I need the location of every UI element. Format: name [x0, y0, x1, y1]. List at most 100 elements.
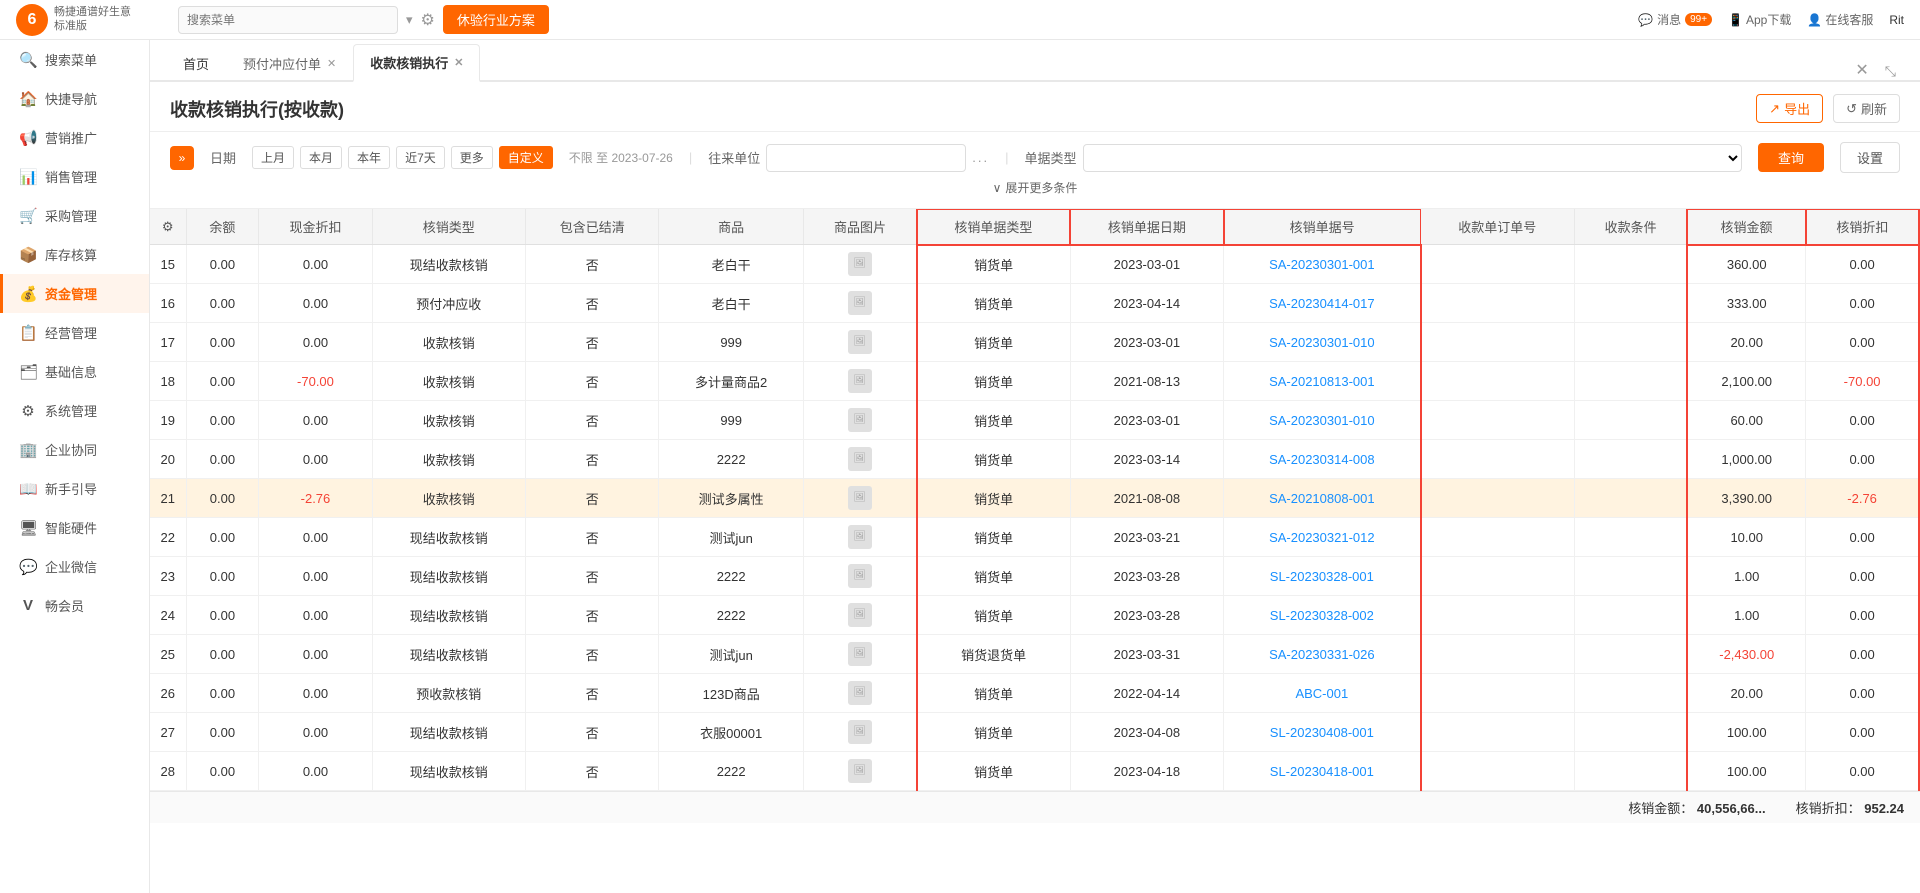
date-btn-more[interactable]: 更多	[451, 146, 493, 169]
sidebar-item-member[interactable]: V 畅会员	[0, 586, 149, 625]
bill-no-link[interactable]: SA-20210813-001	[1269, 374, 1375, 389]
bill-no-link[interactable]: ABC-001	[1295, 686, 1348, 701]
query-button[interactable]: 查询	[1758, 143, 1824, 172]
cell-receipt-cond	[1574, 518, 1687, 557]
cell-balance: 0.00	[186, 362, 259, 401]
message-area[interactable]: 💬 消息 99+	[1638, 11, 1712, 28]
cell-product-img: 🖼	[803, 596, 916, 635]
cell-no: 26	[150, 674, 186, 713]
settings-col-icon[interactable]: ⚙	[162, 219, 174, 234]
cell-verify-type: 现结收款核销	[372, 596, 526, 635]
sidebar-item-marketing[interactable]: 📢 营销推广	[0, 118, 149, 157]
tab-bar-expand-icon[interactable]: ⤡	[1877, 63, 1904, 80]
export-button[interactable]: ↗ 导出	[1756, 94, 1823, 123]
sidebar-item-wechat[interactable]: 💬 企业微信	[0, 547, 149, 586]
tab-home[interactable]: 首页	[166, 44, 226, 82]
bill-type-select[interactable]	[1083, 144, 1742, 172]
cell-no: 21	[150, 479, 186, 518]
sidebar-item-sales[interactable]: 📊 销售管理	[0, 157, 149, 196]
cell-verify-type: 现结收款核销	[372, 635, 526, 674]
filter-divider-1: |	[689, 150, 692, 165]
cell-included: 否	[526, 440, 659, 479]
industry-btn[interactable]: 休验行业方案	[443, 5, 549, 34]
date-btn-this-month[interactable]: 本月	[300, 146, 342, 169]
table-footer: 核销金额： 40,556,66... 核销折扣： 952.24	[150, 791, 1920, 823]
table-row: 15 0.00 0.00 现结收款核销 否 老白干 🖼 销货单 2023-03-…	[150, 245, 1919, 284]
sidebar-item-basic[interactable]: 🗂 基础信息	[0, 352, 149, 391]
app-download-link[interactable]: 📱 App下载	[1728, 11, 1791, 28]
sidebar-item-enterprise[interactable]: 🏢 企业协同	[0, 430, 149, 469]
date-btn-last-month[interactable]: 上月	[252, 146, 294, 169]
cell-bill-date: 2023-04-18	[1070, 752, 1224, 791]
bill-no-link[interactable]: SL-20230328-001	[1270, 569, 1374, 584]
cell-bill-type: 销货单	[917, 518, 1071, 557]
settings-button[interactable]: 设置	[1840, 142, 1900, 173]
date-btn-custom[interactable]: 自定义	[499, 146, 553, 169]
sidebar-item-operations[interactable]: 📋 经营管理	[0, 313, 149, 352]
cell-bill-date: 2023-03-01	[1070, 323, 1224, 362]
cell-product-img: 🖼	[803, 401, 916, 440]
tab-prepay-close[interactable]: ✕	[327, 57, 336, 70]
sidebar-item-purchase[interactable]: 🛒 采购管理	[0, 196, 149, 235]
bill-no-link[interactable]: SA-20230301-010	[1269, 335, 1375, 350]
cell-no: 16	[150, 284, 186, 323]
tab-prepay[interactable]: 预付冲应付单 ✕	[226, 44, 353, 82]
th-product: 商品	[659, 209, 804, 245]
bill-no-link[interactable]: SA-20230301-010	[1269, 413, 1375, 428]
user-name[interactable]: Rit	[1889, 13, 1904, 27]
cell-bill-no: SA-20210808-001	[1224, 479, 1421, 518]
cell-product-img: 🖼	[803, 518, 916, 557]
th-included: 包含已结清	[526, 209, 659, 245]
table-body: 15 0.00 0.00 现结收款核销 否 老白干 🖼 销货单 2023-03-…	[150, 245, 1919, 791]
refresh-icon: ↺	[1846, 101, 1857, 117]
bill-no-link[interactable]: SL-20230418-001	[1270, 764, 1374, 779]
sidebar-item-finance[interactable]: 💰 资金管理	[0, 274, 149, 313]
cell-bill-no: SA-20230301-010	[1224, 401, 1421, 440]
cell-included: 否	[526, 479, 659, 518]
dropdown-icon[interactable]: ▾	[406, 12, 413, 28]
sidebar-item-shortcuts[interactable]: 🏠 快捷导航	[0, 79, 149, 118]
cell-receipt-no	[1421, 245, 1575, 284]
bill-no-link[interactable]: SL-20230408-001	[1270, 725, 1374, 740]
filter-toggle-btn[interactable]: »	[170, 146, 194, 170]
partner-input[interactable]	[766, 144, 966, 172]
sidebar-item-hardware[interactable]: 🖥 智能硬件	[0, 508, 149, 547]
sidebar-item-guide[interactable]: 📖 新手引导	[0, 469, 149, 508]
cell-product-img: 🖼	[803, 752, 916, 791]
cell-included: 否	[526, 284, 659, 323]
top-search-input[interactable]	[178, 6, 398, 34]
sidebar-item-search[interactable]: 🔍 搜索菜单	[0, 40, 149, 79]
bill-no-link[interactable]: SL-20230328-002	[1270, 608, 1374, 623]
tab-receivable-close[interactable]: ✕	[454, 56, 463, 69]
bill-no-link[interactable]: SA-20230321-012	[1269, 530, 1375, 545]
refresh-button[interactable]: ↺ 刷新	[1833, 94, 1900, 123]
settings-icon[interactable]: ⚙	[421, 10, 435, 30]
cell-receipt-no	[1421, 440, 1575, 479]
product-img-icon: 🖼	[848, 759, 872, 783]
bill-no-link[interactable]: SA-20210808-001	[1269, 491, 1375, 506]
th-settings[interactable]: ⚙	[150, 209, 186, 245]
date-btn-7days[interactable]: 近7天	[396, 146, 445, 169]
sidebar-item-inventory[interactable]: 📦 库存核算	[0, 235, 149, 274]
tab-bar-close-icon[interactable]: ✕	[1847, 60, 1876, 80]
cell-verify-amt: 20.00	[1687, 674, 1805, 713]
cell-included: 否	[526, 323, 659, 362]
sidebar-item-system[interactable]: ⚙ 系统管理	[0, 391, 149, 430]
cell-receipt-no	[1421, 635, 1575, 674]
partner-dots[interactable]: ...	[972, 150, 989, 165]
bill-no-link[interactable]: SA-20230414-017	[1269, 296, 1375, 311]
partner-label: 往来单位	[708, 148, 760, 167]
th-product-img: 商品图片	[803, 209, 916, 245]
date-btn-this-year[interactable]: 本年	[348, 146, 390, 169]
member-icon: V	[19, 597, 37, 614]
cell-bill-date: 2023-03-28	[1070, 557, 1224, 596]
bill-no-link[interactable]: SA-20230331-026	[1269, 647, 1375, 662]
bill-no-link[interactable]: SA-20230314-008	[1269, 452, 1375, 467]
cell-no: 24	[150, 596, 186, 635]
bill-no-link[interactable]: SA-20230301-001	[1269, 257, 1375, 272]
expand-more-btn[interactable]: ∨ 展开更多条件	[170, 173, 1900, 198]
table-row: 26 0.00 0.00 预收款核销 否 123D商品 🖼 销货单 2022-0…	[150, 674, 1919, 713]
tab-receivable[interactable]: 收款核销执行 ✕	[353, 44, 480, 82]
filter-date-options: 上月 本月 本年 近7天 更多 自定义	[252, 146, 553, 169]
online-service-link[interactable]: 👤 在线客服	[1807, 11, 1873, 28]
